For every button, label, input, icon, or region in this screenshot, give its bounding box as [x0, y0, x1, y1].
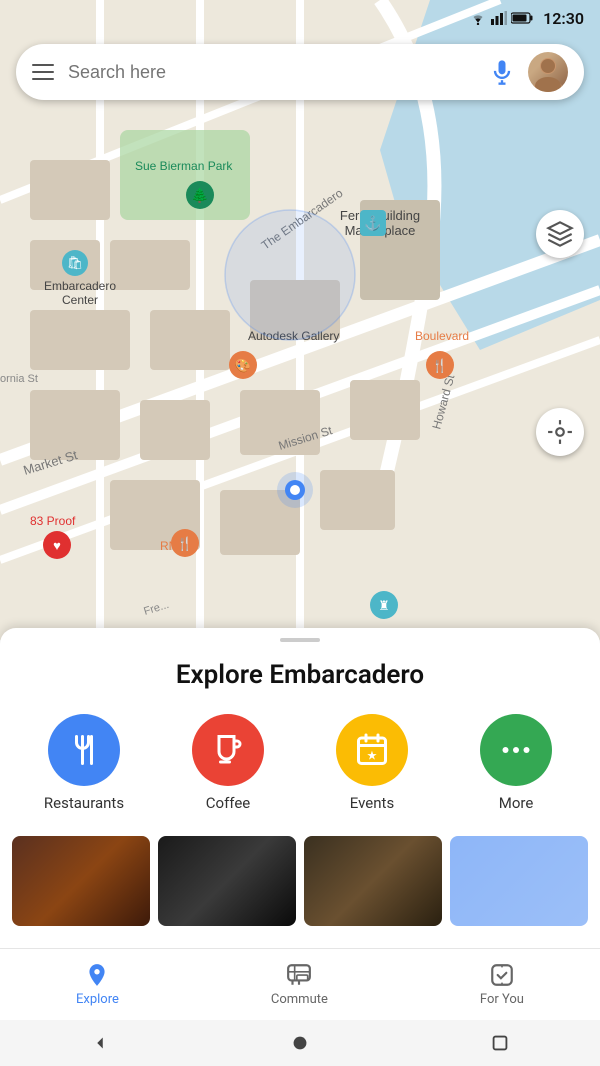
- wifi-icon: [469, 11, 487, 25]
- svg-text:🌲: 🌲: [191, 187, 208, 204]
- more-circle: [480, 714, 552, 786]
- svg-text:⚓: ⚓: [364, 215, 381, 232]
- status-icons: 12:30: [469, 9, 584, 28]
- foryou-nav-icon: [489, 962, 515, 988]
- svg-text:🎨: 🎨: [235, 357, 251, 374]
- explore-title: Explore Embarcadero: [0, 660, 600, 690]
- nav-for-you[interactable]: For You: [480, 962, 524, 1007]
- my-location-button[interactable]: [536, 408, 584, 456]
- svg-text:Center: Center: [62, 293, 98, 307]
- svg-text:🍴: 🍴: [177, 536, 193, 552]
- drag-handle[interactable]: [280, 638, 320, 642]
- category-events[interactable]: ★ Events: [317, 714, 427, 812]
- coffee-circle: [192, 714, 264, 786]
- svg-text:83 Proof: 83 Proof: [30, 514, 76, 528]
- thumbnail-row: [0, 836, 600, 926]
- nav-commute[interactable]: Commute: [271, 962, 328, 1007]
- recents-button[interactable]: [489, 1032, 511, 1054]
- nav-explore[interactable]: Explore: [76, 962, 119, 1007]
- foryou-nav-label: For You: [480, 992, 524, 1007]
- category-restaurants[interactable]: Restaurants: [29, 714, 139, 812]
- category-more[interactable]: More: [461, 714, 571, 812]
- commute-nav-icon: [286, 962, 312, 988]
- svg-text:🛍: 🛍: [67, 255, 84, 271]
- svg-text:★: ★: [367, 749, 377, 762]
- restaurants-icon: [66, 732, 102, 768]
- user-avatar[interactable]: [528, 52, 568, 92]
- svg-text:ornia St: ornia St: [0, 373, 38, 385]
- events-circle: ★: [336, 714, 408, 786]
- more-icon: [498, 732, 534, 768]
- search-bar[interactable]: [16, 44, 584, 100]
- category-row: Restaurants Coffee ★: [0, 714, 600, 812]
- svg-text:🍴: 🍴: [432, 358, 448, 374]
- coffee-icon: [210, 732, 246, 768]
- layers-icon: [546, 220, 574, 248]
- status-time: 12:30: [543, 9, 584, 28]
- android-nav-bar: [0, 1020, 600, 1066]
- restaurants-label: Restaurants: [44, 794, 124, 812]
- map-layer-button[interactable]: [536, 210, 584, 258]
- thumb-1[interactable]: [12, 836, 150, 926]
- thumb-4[interactable]: [450, 836, 588, 926]
- status-bar: 12:30: [0, 0, 600, 36]
- home-button[interactable]: [289, 1032, 311, 1054]
- restaurants-circle: [48, 714, 120, 786]
- back-button[interactable]: [89, 1032, 111, 1054]
- thumb-3[interactable]: [304, 836, 442, 926]
- events-label: Events: [350, 794, 394, 812]
- microphone-icon[interactable]: [488, 58, 516, 86]
- battery-icon: [511, 12, 533, 24]
- more-label: More: [499, 794, 534, 812]
- coffee-label: Coffee: [206, 794, 250, 812]
- svg-text:Embarcadero: Embarcadero: [44, 279, 116, 293]
- location-icon: [547, 419, 573, 445]
- thumb-2[interactable]: [158, 836, 296, 926]
- commute-nav-label: Commute: [271, 992, 328, 1007]
- svg-text:♥: ♥: [53, 539, 61, 554]
- search-input[interactable]: [68, 62, 488, 83]
- category-coffee[interactable]: Coffee: [173, 714, 283, 812]
- svg-text:Boulevard: Boulevard: [415, 329, 469, 343]
- bottom-nav: Explore Commute For You: [0, 948, 600, 1020]
- explore-nav-label: Explore: [76, 992, 119, 1007]
- svg-text:♜: ♜: [378, 599, 390, 614]
- events-icon: ★: [354, 732, 390, 768]
- explore-nav-icon: [84, 962, 110, 988]
- hamburger-menu-icon[interactable]: [32, 60, 56, 84]
- svg-text:Sue Bierman Park: Sue Bierman Park: [135, 159, 233, 173]
- signal-icon: [491, 11, 507, 25]
